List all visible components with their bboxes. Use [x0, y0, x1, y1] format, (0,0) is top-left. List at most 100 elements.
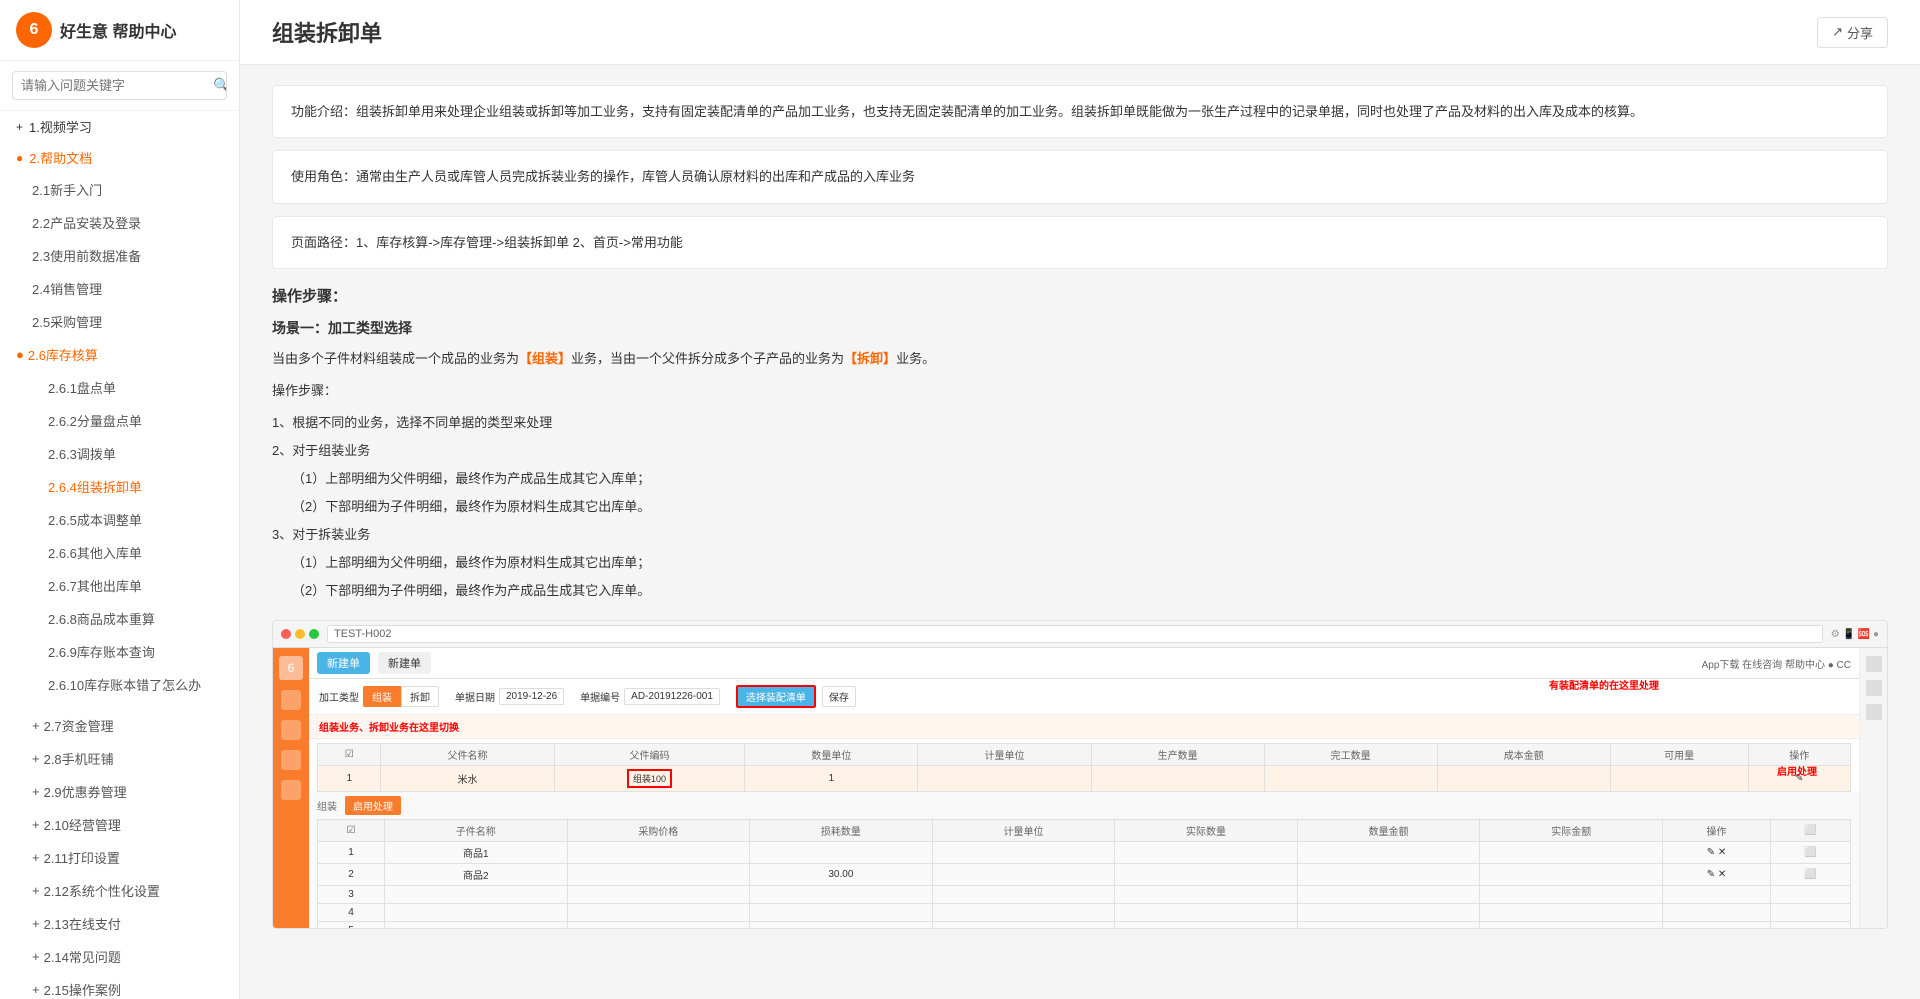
app-left-sidebar: 6 [273, 648, 309, 928]
select-bom-button[interactable]: 选择装配清单 [736, 685, 816, 708]
sidebar-item-215[interactable]: +2.15操作案例 [0, 973, 239, 999]
sidebar-item-268[interactable]: 2.6.8商品成本重算 [0, 602, 239, 635]
fake-screenshot: TEST-H002 ⚙ 📱 🆘 ● 6 [273, 621, 1887, 928]
form-field-no: 单据编号 AD-20191226-001 [580, 688, 720, 705]
right-icon-3 [1866, 704, 1882, 720]
nav-section-docs[interactable]: ● 2.帮助文档 [0, 142, 239, 173]
date-input[interactable]: 2019-12-26 [499, 688, 564, 705]
sidebar-item-264[interactable]: 2.6.4组装拆卸单 [0, 470, 239, 503]
step-3: 3、对于拆装业务 [272, 522, 1888, 548]
sidebar-item-29[interactable]: +2.9优惠券管理 [0, 775, 239, 808]
th-measure: 计量单位 [918, 744, 1091, 766]
app-nav-icon-2 [281, 720, 301, 740]
step-1: 1、根据不同的业务，选择不同单据的类型来处理 [272, 410, 1888, 436]
sidebar-item-28[interactable]: +2.8手机旺铺 [0, 742, 239, 775]
content-area: 功能介绍：组装拆卸单用来处理企业组装或拆卸等加工业务，支持有固定装配清单的产品加… [240, 65, 1920, 999]
browser-icons: ⚙ 📱 🆘 ● [1831, 629, 1879, 640]
type-option-assemble[interactable]: 组装 [363, 686, 401, 707]
app-nav-icon-3 [281, 750, 301, 770]
th-avail: 可用量 [1610, 744, 1748, 766]
browser-url-bar: TEST-H002 [327, 625, 1823, 643]
annotation-text-3: 组装业务、拆卸业务在这里切换 [319, 719, 459, 734]
sub-table-row-2: 2 商品2 30.00 ✎ ✕ [318, 864, 1851, 886]
scene1-desc: 当由多个子件材料组装成一个成品的业务为【组装】业务，当由一个父件拆分成多个子产品… [272, 346, 1888, 372]
highlight-disassemble: 【拆卸】 [844, 351, 896, 366]
app-content-area: 6 新建单 新建单 App下载 在线咨询 帮助中心 ● CC [273, 648, 1887, 928]
sidebar-item-213[interactable]: +2.13在线支付 [0, 907, 239, 940]
sub-table-container: 组装 启用处理 ☑ 子件名称 采购价格 [309, 792, 1859, 928]
form-field-date: 单据日期 2019-12-26 [455, 688, 564, 705]
form-field-type: 加工类型 组装 拆卸 [319, 686, 439, 707]
nav-section-video[interactable]: + 1.视频学习 [0, 111, 239, 142]
step3-sub-list: （1）上部明细为父件明细，最终作为原材料生成其它出库单； （2）下部明细为子件明… [292, 550, 1888, 604]
form-type-label: 加工类型 [319, 689, 359, 704]
sidebar-item-210[interactable]: +2.10经营管理 [0, 808, 239, 841]
step-list: 1、根据不同的业务，选择不同单据的类型来处理 2、对于组装业务 （1）上部明细为… [272, 410, 1888, 604]
ops-steps-label: 操作步骤： [272, 378, 1888, 404]
search-input[interactable] [13, 73, 205, 98]
th-ops: 操作 [1748, 744, 1850, 766]
role-block: 使用角色：通常由生产人员或库管人员完成拆装业务的操作，库管人员确认原材料的出库和… [272, 150, 1888, 203]
right-icon-1 [1866, 656, 1882, 672]
sidebar-item-25[interactable]: 2.5采购管理 [0, 305, 239, 338]
sidebar-item-26[interactable]: ● 2.6库存核算 [0, 338, 239, 371]
app-right-icons: App下载 在线咨询 帮助中心 ● CC [1702, 656, 1851, 671]
right-icon-2 [1866, 680, 1882, 696]
search-icon[interactable]: 🔍 [205, 72, 227, 99]
sidebar-item-211[interactable]: +2.11打印设置 [0, 841, 239, 874]
sub-table-toolbar: 组装 启用处理 [317, 796, 1851, 815]
highlight-assemble: 【组装】 [519, 351, 571, 366]
sub-table-row-4: 4 [318, 904, 1851, 922]
sidebar-item-266[interactable]: 2.6.6其他入库单 [0, 536, 239, 569]
sub-table: ☑ 子件名称 采购价格 损耗数量 计量单位 实际数量 数量金额 实际金额 [317, 819, 1851, 928]
right-icon-strip [1859, 648, 1887, 928]
intro-block: 功能介绍：组装拆卸单用来处理企业组装或拆卸等加工业务，支持有固定装配清单的产品加… [272, 85, 1888, 138]
annotation-text-1: 有装配清单的在这里处理 [1549, 677, 1659, 692]
sidebar-item-21[interactable]: 2.1新手入门 [0, 173, 239, 206]
table-row: 1 米水 组装100 1 [318, 766, 1851, 792]
role-text: 使用角色：通常由生产人员或库管人员完成拆装业务的操作，库管人员确认原材料的出库和… [291, 169, 915, 184]
app-tab-new1[interactable]: 新建单 [317, 652, 370, 674]
sidebar-item-263[interactable]: 2.6.3调拨单 [0, 437, 239, 470]
logo: 6 [16, 12, 52, 48]
th-parent-code: 父件编码 [554, 744, 745, 766]
step2-1: （1）上部明细为父件明细，最终作为产成品生成其它入库单； [292, 466, 1888, 492]
search-box: 🔍 [0, 61, 239, 111]
upper-table: ☑ 父件名称 父件编码 数量单位 计量单位 生产数量 完工数量 成本金额 [317, 743, 1851, 792]
sidebar-item-261[interactable]: 2.6.1盘点单 [0, 371, 239, 404]
date-label: 单据日期 [455, 689, 495, 704]
sidebar-item-2610[interactable]: 2.6.10库存账本错了怎么办 [0, 668, 239, 701]
sidebar-item-214[interactable]: +2.14常见问题 [0, 940, 239, 973]
sidebar-item-265[interactable]: 2.6.5成本调整单 [0, 503, 239, 536]
expand-icon: + [16, 120, 23, 134]
sidebar-item-24[interactable]: 2.4销售管理 [0, 272, 239, 305]
main-header: 组装拆卸单 ↗ 分享 [240, 0, 1920, 65]
sidebar-item-269[interactable]: 2.6.9库存账本查询 [0, 635, 239, 668]
no-input[interactable]: AD-20191226-001 [624, 688, 720, 705]
sidebar-item-212[interactable]: +2.12系统个性化设置 [0, 874, 239, 907]
app-logo-icon: 6 [279, 656, 303, 680]
sidebar-item-27[interactable]: +2.7资金管理 [0, 709, 239, 742]
share-button[interactable]: ↗ 分享 [1817, 17, 1888, 48]
save-btn[interactable]: 保存 [822, 686, 856, 707]
step2-2: （2）下部明细为子件明细，最终作为原材料生成其它出库单。 [292, 494, 1888, 520]
path-block: 页面路径：1、库存核算->库存管理->组装拆卸单 2、首页->常用功能 [272, 216, 1888, 269]
app-tab-new2[interactable]: 新建单 [378, 652, 431, 674]
path-text: 页面路径：1、库存核算->库存管理->组装拆卸单 2、首页->常用功能 [291, 235, 683, 250]
type-option-disassemble[interactable]: 拆卸 [401, 686, 439, 707]
app-main-panel: 新建单 新建单 App下载 在线咨询 帮助中心 ● CC 加工类型 [309, 648, 1859, 928]
sidebar-item-23[interactable]: 2.3使用前数据准备 [0, 239, 239, 272]
annotation-area-1: 选择装配清单 保存 [736, 685, 856, 708]
sidebar-item-262[interactable]: 2.6.2分量盘点单 [0, 404, 239, 437]
nav-section-label: 1.视频学习 [29, 117, 92, 136]
sidebar-header: 6 好生意 帮助中心 [0, 0, 239, 61]
qty-input-highlighted[interactable]: 组装100 [627, 769, 672, 788]
enable-process-button[interactable]: 启用处理 [345, 796, 401, 815]
steps-title: 操作步骤： [272, 285, 1888, 306]
sidebar-item-267[interactable]: 2.6.7其他出库单 [0, 569, 239, 602]
app-title: 好生意 帮助中心 [60, 18, 176, 42]
app-form-area: 加工类型 组装 拆卸 单据日期 2019-12-26 [309, 679, 1859, 715]
sidebar-item-22[interactable]: 2.2产品安装及登录 [0, 206, 239, 239]
th-unit: 数量单位 [745, 744, 918, 766]
step-2: 2、对于组装业务 [272, 438, 1888, 464]
